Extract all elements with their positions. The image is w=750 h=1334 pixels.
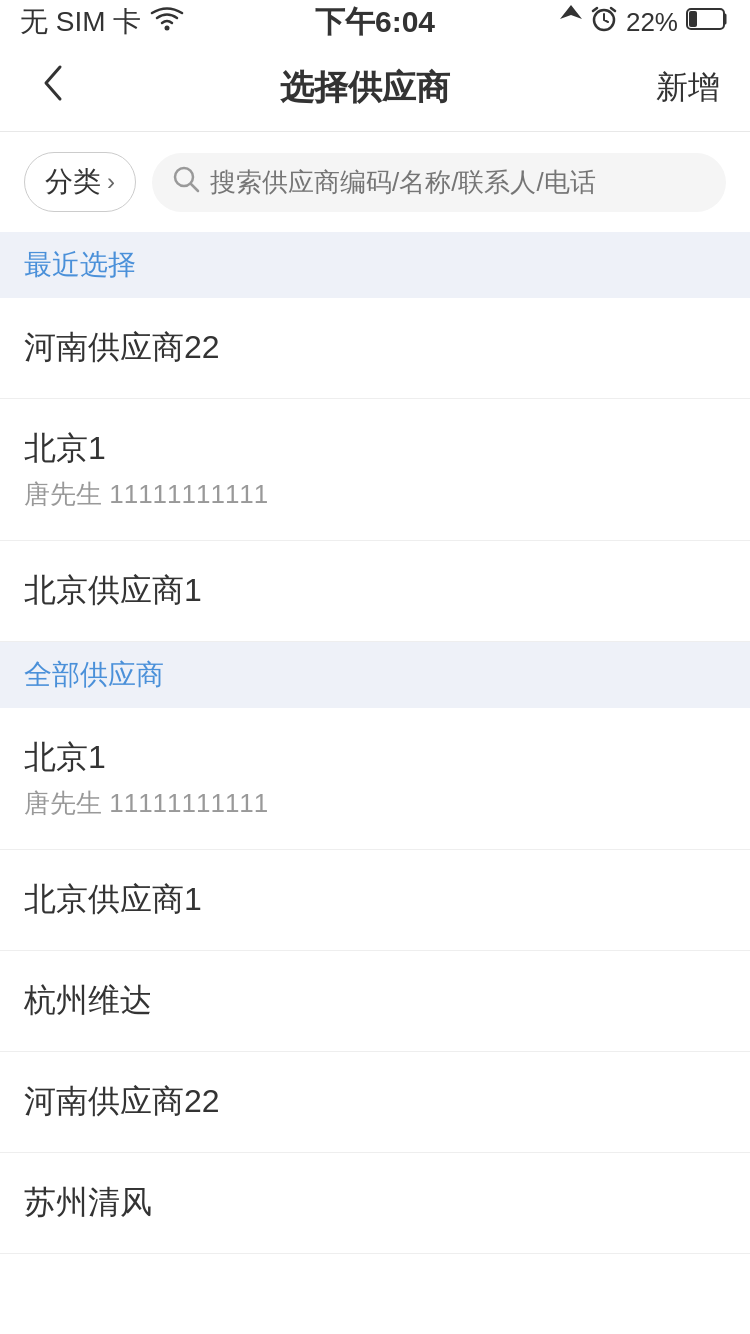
alarm-icon bbox=[590, 5, 618, 40]
status-right: 22% bbox=[560, 5, 730, 40]
status-time: 下午6:04 bbox=[315, 2, 435, 43]
all-item-2[interactable]: 杭州维达 bbox=[0, 951, 750, 1052]
item-name: 北京1 bbox=[24, 736, 726, 780]
recent-item-0[interactable]: 河南供应商22 bbox=[0, 298, 750, 399]
carrier-text: 无 SIM 卡 bbox=[20, 3, 141, 41]
item-sub: 唐先生 11111111111 bbox=[24, 786, 726, 821]
all-label: 全部供应商 bbox=[24, 659, 164, 690]
all-item-0[interactable]: 北京1 唐先生 11111111111 bbox=[0, 708, 750, 850]
battery-icon bbox=[686, 7, 730, 38]
all-item-3[interactable]: 河南供应商22 bbox=[0, 1052, 750, 1153]
item-sub: 唐先生 11111111111 bbox=[24, 477, 726, 512]
svg-rect-3 bbox=[689, 11, 697, 27]
recent-item-1[interactable]: 北京1 唐先生 11111111111 bbox=[0, 399, 750, 541]
item-name: 苏州清风 bbox=[24, 1181, 726, 1225]
all-item-4[interactable]: 苏州清风 bbox=[0, 1153, 750, 1254]
search-input-wrap[interactable] bbox=[152, 153, 726, 212]
page-title: 选择供应商 bbox=[280, 65, 450, 111]
category-button[interactable]: 分类 › bbox=[24, 152, 136, 212]
status-bar: 无 SIM 卡 下午6:04 22% bbox=[0, 0, 750, 44]
location-icon bbox=[560, 5, 582, 40]
all-list: 北京1 唐先生 11111111111 北京供应商1 杭州维达 河南供应商22 … bbox=[0, 708, 750, 1254]
recent-item-2[interactable]: 北京供应商1 bbox=[0, 541, 750, 642]
status-left: 无 SIM 卡 bbox=[20, 3, 185, 41]
back-button[interactable] bbox=[30, 53, 74, 122]
all-item-1[interactable]: 北京供应商1 bbox=[0, 850, 750, 951]
search-input[interactable] bbox=[210, 167, 706, 198]
svg-point-0 bbox=[165, 25, 170, 30]
recent-section-header: 最近选择 bbox=[0, 232, 750, 298]
all-section-header: 全部供应商 bbox=[0, 642, 750, 708]
nav-bar: 选择供应商 新增 bbox=[0, 44, 750, 132]
battery-text: 22% bbox=[626, 7, 678, 38]
recent-label: 最近选择 bbox=[24, 249, 136, 280]
item-name: 杭州维达 bbox=[24, 979, 726, 1023]
item-name: 北京1 bbox=[24, 427, 726, 471]
item-name: 北京供应商1 bbox=[24, 569, 726, 613]
category-label: 分类 bbox=[45, 163, 101, 201]
wifi-icon bbox=[149, 6, 185, 39]
item-name: 河南供应商22 bbox=[24, 1080, 726, 1124]
add-button[interactable]: 新增 bbox=[656, 66, 720, 110]
search-icon bbox=[172, 165, 200, 200]
item-name: 河南供应商22 bbox=[24, 326, 726, 370]
chevron-right-icon: › bbox=[107, 168, 115, 196]
search-bar: 分类 › bbox=[0, 132, 750, 232]
item-name: 北京供应商1 bbox=[24, 878, 726, 922]
recent-list: 河南供应商22 北京1 唐先生 11111111111 北京供应商1 bbox=[0, 298, 750, 642]
